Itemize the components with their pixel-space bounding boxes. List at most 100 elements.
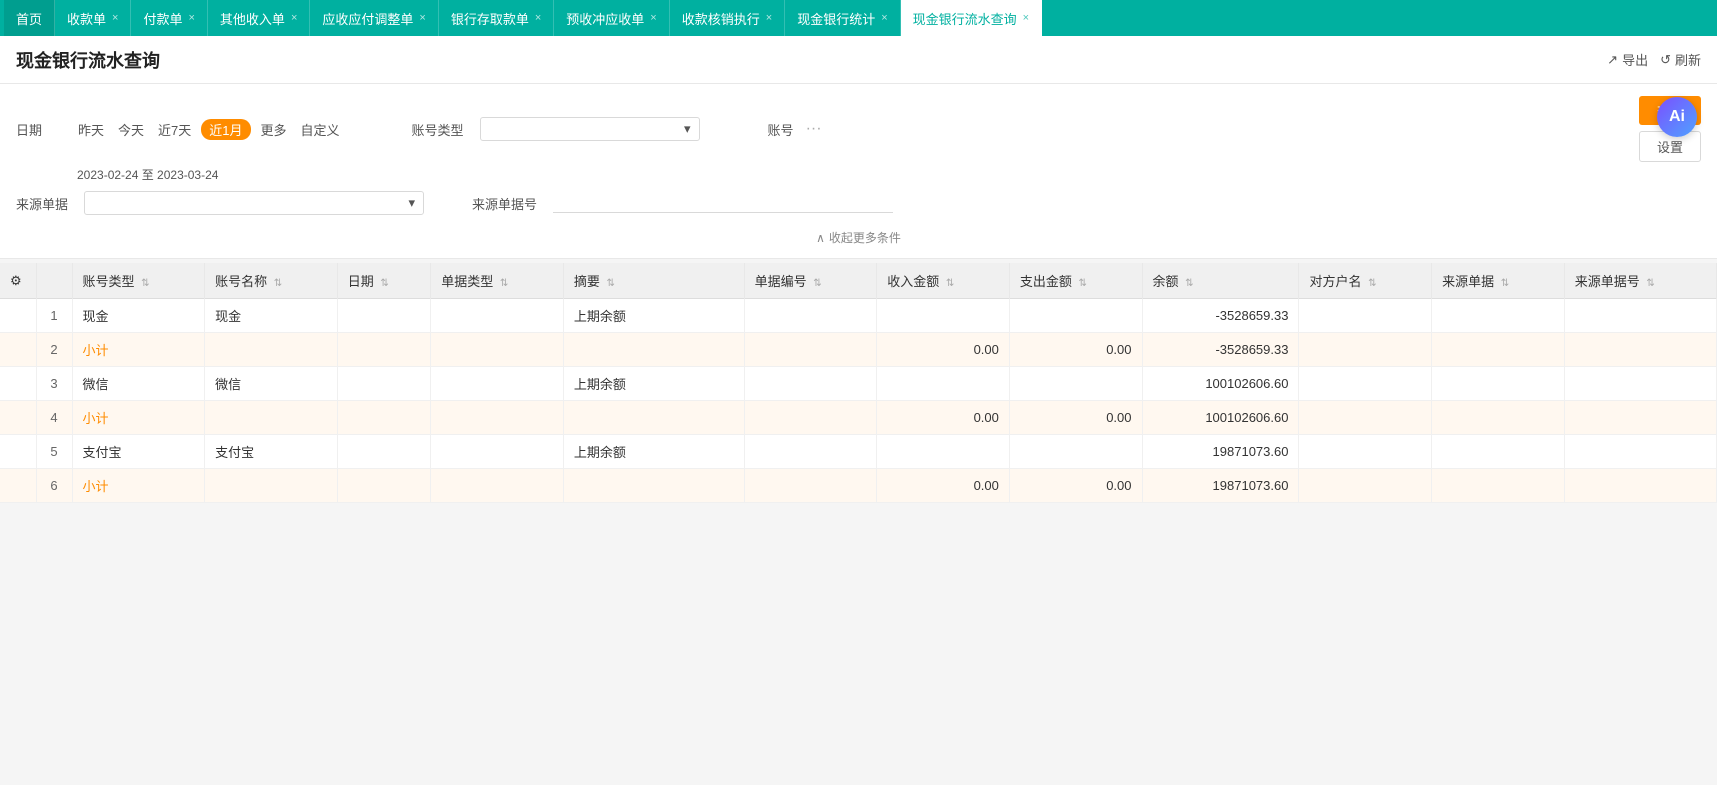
row-counterpart	[1299, 367, 1432, 401]
close-icon-6[interactable]: ×	[650, 12, 656, 24]
nav-tab-4[interactable]: 应收应付调整单 ×	[310, 0, 438, 36]
col-expense[interactable]: 支出金额 ⇅	[1009, 263, 1142, 299]
nav-tab-9[interactable]: 现金银行流水查询 ×	[901, 0, 1042, 36]
col-date[interactable]: 日期 ⇅	[337, 263, 430, 299]
refresh-button[interactable]: ↺ 刷新	[1660, 50, 1701, 69]
source-doc-chevron-icon: ▾	[408, 195, 415, 211]
row-index: 1	[36, 299, 72, 333]
row-source-doc	[1432, 299, 1565, 333]
collapse-bar[interactable]: ∧ 收起更多条件	[16, 225, 1701, 254]
row-doc-type	[431, 299, 564, 333]
row-doc-no	[744, 435, 877, 469]
close-icon-3[interactable]: ×	[291, 12, 297, 24]
date-opt-today[interactable]: 今天	[114, 119, 148, 140]
row-index: 3	[36, 367, 72, 401]
nav-tab-5[interactable]: 银行存取款单 ×	[439, 0, 554, 36]
ai-badge[interactable]: Ai	[1657, 97, 1697, 137]
close-icon-5[interactable]: ×	[535, 12, 541, 24]
export-label: 导出	[1622, 50, 1648, 69]
row-balance: 19871073.60	[1142, 435, 1299, 469]
account-type-select[interactable]: ▾	[480, 117, 700, 141]
close-icon-1[interactable]: ×	[112, 12, 118, 24]
row-account-type: 小计	[72, 469, 205, 503]
nav-tab-8[interactable]: 现金银行统计 ×	[785, 0, 900, 36]
close-icon-9[interactable]: ×	[1023, 12, 1029, 24]
col-summary[interactable]: 摘要 ⇅	[563, 263, 744, 299]
col-doc-type[interactable]: 单据类型 ⇅	[431, 263, 564, 299]
date-opt-yesterday[interactable]: 昨天	[74, 119, 108, 140]
col-counterpart[interactable]: 对方户名 ⇅	[1299, 263, 1432, 299]
nav-tab-1[interactable]: 收款单 ×	[55, 0, 131, 36]
nav-tab-6[interactable]: 预收冲应收单 ×	[554, 0, 669, 36]
row-settings	[0, 469, 36, 503]
sort-icon-doc-no: ⇅	[813, 278, 821, 289]
data-table: ⚙ 账号类型 ⇅ 账号名称 ⇅ 日期 ⇅ 单据类型 ⇅ 摘要 ⇅ 单据编号 ⇅ …	[0, 263, 1717, 503]
dots-icon: ···	[806, 120, 822, 138]
row-account-name: 微信	[205, 367, 338, 401]
row-balance: 100102606.60	[1142, 367, 1299, 401]
row-account-name: 支付宝	[205, 435, 338, 469]
row-date	[337, 401, 430, 435]
row-source-doc-no	[1564, 401, 1716, 435]
sort-icon-balance: ⇅	[1185, 278, 1193, 289]
source-doc-select[interactable]: ▾	[84, 191, 424, 215]
sort-icon-income: ⇅	[946, 278, 954, 289]
nav-tab-home[interactable]: 首页	[4, 0, 55, 36]
date-opt-custom[interactable]: 自定义	[297, 119, 344, 140]
page-title: 现金银行流水查询	[16, 47, 160, 73]
row-account-type: 支付宝	[72, 435, 205, 469]
source-doc-num-label: 来源单据号	[472, 194, 537, 213]
row-balance: -3528659.33	[1142, 299, 1299, 333]
nav-label-7: 收款核销执行	[682, 9, 760, 28]
col-account-type[interactable]: 账号类型 ⇅	[72, 263, 205, 299]
col-balance[interactable]: 余额 ⇅	[1142, 263, 1299, 299]
header-actions: ↗ 导出 ↺ 刷新	[1607, 50, 1701, 69]
col-account-name[interactable]: 账号名称 ⇅	[205, 263, 338, 299]
row-account-type: 小计	[72, 401, 205, 435]
row-counterpart	[1299, 469, 1432, 503]
col-source-doc-no[interactable]: 来源单据号 ⇅	[1564, 263, 1716, 299]
row-account-name: 现金	[205, 299, 338, 333]
close-icon-7[interactable]: ×	[766, 12, 772, 24]
row-expense	[1009, 367, 1142, 401]
col-settings[interactable]: ⚙	[0, 263, 36, 299]
row-summary	[563, 333, 744, 367]
export-button[interactable]: ↗ 导出	[1607, 50, 1648, 69]
nav-tab-3[interactable]: 其他收入单 ×	[208, 0, 310, 36]
nav-label-9: 现金银行流水查询	[913, 9, 1017, 28]
col-income[interactable]: 收入金额 ⇅	[877, 263, 1010, 299]
row-source-doc	[1432, 435, 1565, 469]
close-icon-8[interactable]: ×	[881, 12, 887, 24]
row-source-doc	[1432, 401, 1565, 435]
date-opt-more[interactable]: 更多	[257, 119, 291, 140]
row-index: 5	[36, 435, 72, 469]
col-doc-no[interactable]: 单据编号 ⇅	[744, 263, 877, 299]
row-income	[877, 435, 1010, 469]
refresh-label: 刷新	[1675, 50, 1701, 69]
row-date	[337, 299, 430, 333]
nav-tab-2[interactable]: 付款单 ×	[131, 0, 207, 36]
row-expense: 0.00	[1009, 333, 1142, 367]
close-icon-4[interactable]: ×	[419, 12, 425, 24]
date-opt-7days[interactable]: 近7天	[154, 119, 195, 140]
row-expense: 0.00	[1009, 401, 1142, 435]
nav-label-4: 应收应付调整单	[322, 9, 413, 28]
nav-tab-7[interactable]: 收款核销执行 ×	[670, 0, 785, 36]
sort-icon-counterpart: ⇅	[1368, 278, 1376, 289]
close-icon-2[interactable]: ×	[188, 12, 194, 24]
sort-icon-account-name: ⇅	[274, 278, 282, 289]
col-source-doc[interactable]: 来源单据 ⇅	[1432, 263, 1565, 299]
row-source-doc	[1432, 367, 1565, 401]
date-opt-1month[interactable]: 近1月	[201, 119, 250, 140]
row-income: 0.00	[877, 401, 1010, 435]
row-settings	[0, 435, 36, 469]
row-account-type: 小计	[72, 333, 205, 367]
top-nav: 首页 收款单 × 付款单 × 其他收入单 × 应收应付调整单 × 银行存取款单 …	[0, 0, 1717, 36]
row-balance: 100102606.60	[1142, 401, 1299, 435]
filter-area: 日期 昨天 今天 近7天 近1月 更多 自定义 账号类型 ▾ 账号 ··· 查询…	[0, 84, 1717, 259]
row-settings	[0, 367, 36, 401]
row-doc-type	[431, 367, 564, 401]
row-summary: 上期余额	[563, 367, 744, 401]
row-doc-type	[431, 401, 564, 435]
source-doc-num-input[interactable]	[553, 193, 893, 213]
